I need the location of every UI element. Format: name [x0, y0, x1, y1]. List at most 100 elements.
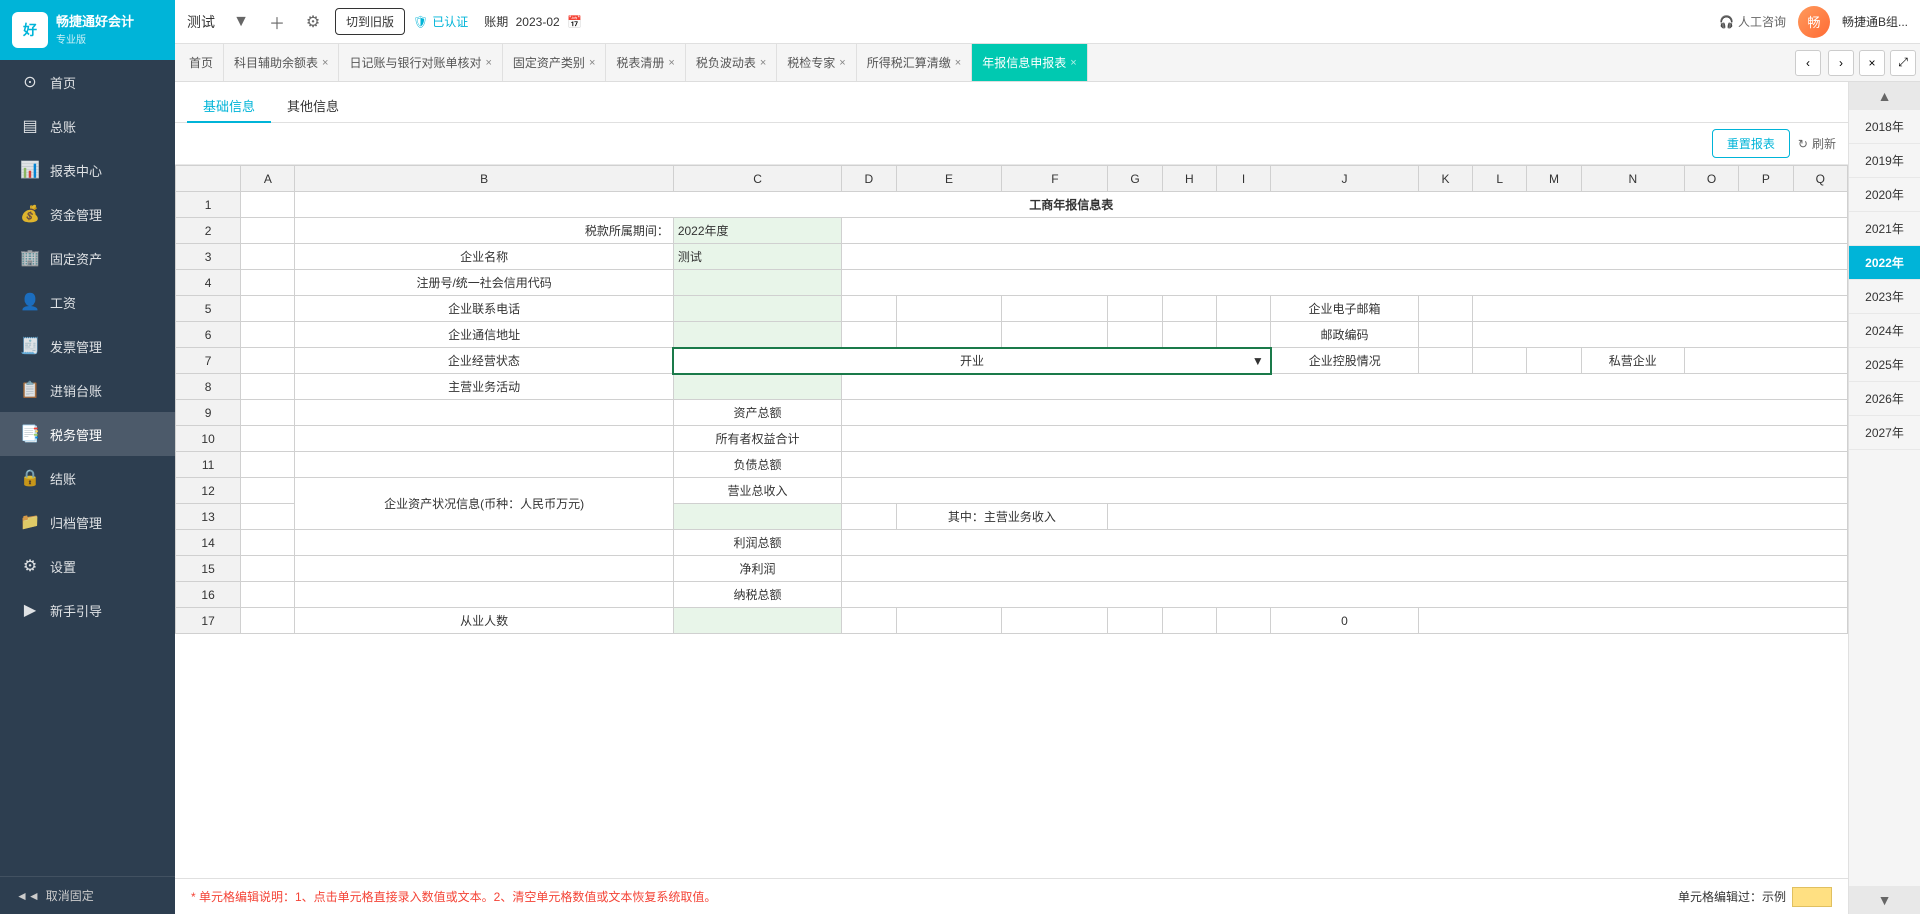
cell-17h[interactable] [1162, 608, 1216, 634]
cell-17d[interactable] [842, 608, 896, 634]
cell-11b[interactable] [295, 452, 673, 478]
add-button[interactable]: ＋ [263, 8, 291, 36]
cell-3b[interactable]: 企业名称 [295, 244, 673, 270]
cell-10c[interactable]: 所有者权益合计 [673, 426, 841, 452]
cell-7m[interactable] [1527, 348, 1581, 374]
tab-home[interactable]: 首页 [179, 44, 224, 82]
tab-tax-expert[interactable]: 税检专家 × [777, 44, 856, 82]
cell-12b-merged[interactable]: 企业资产状况信息(币种：人民币万元) [295, 478, 673, 530]
spreadsheet-container[interactable]: A B C D E F G H I J K L M [175, 165, 1848, 878]
cell-7j[interactable]: 企业控股情况 [1271, 348, 1419, 374]
sidebar-item-home[interactable]: ⊙ 首页 [0, 60, 175, 104]
col-header-e[interactable]: E [896, 166, 1002, 192]
year-item-2019[interactable]: 2019年 [1849, 144, 1920, 178]
cell-6g[interactable] [1108, 322, 1162, 348]
tab-prev-button[interactable]: ‹ [1795, 50, 1821, 76]
cell-8b[interactable]: 主营业务活动 [295, 374, 673, 400]
col-header-o[interactable]: O [1684, 166, 1738, 192]
cell-14c[interactable]: 利润总额 [673, 530, 841, 556]
cell-11rest[interactable] [842, 452, 1848, 478]
sidebar-item-settings[interactable]: ⚙ 设置 [0, 544, 175, 588]
sidebar-item-tax[interactable]: 📑 税务管理 [0, 412, 175, 456]
subtab-basic[interactable]: 基础信息 [187, 90, 271, 123]
tab-close-icon[interactable]: × [839, 57, 845, 69]
year-item-2023[interactable]: 2023年 [1849, 280, 1920, 314]
year-item-2020[interactable]: 2020年 [1849, 178, 1920, 212]
cell-15b[interactable] [295, 556, 673, 582]
cell-13rest[interactable] [1108, 504, 1848, 530]
year-down-button[interactable]: ▼ [1849, 886, 1920, 914]
cell-5rest[interactable] [1473, 296, 1848, 322]
col-header-b[interactable]: B [295, 166, 673, 192]
col-header-q[interactable]: Q [1793, 166, 1848, 192]
col-header-c[interactable]: C [673, 166, 841, 192]
cell-11a[interactable] [241, 452, 295, 478]
cell-5k[interactable] [1418, 296, 1472, 322]
cell-6i[interactable] [1216, 322, 1270, 348]
sidebar-item-guide[interactable]: ▶ 新手引导 [0, 588, 175, 632]
company-dropdown-button[interactable]: ▼ [227, 8, 255, 36]
cell-14rest[interactable] [842, 530, 1848, 556]
sidebar-item-purchase-sales[interactable]: 📋 进销台账 [0, 368, 175, 412]
cell-17g[interactable] [1108, 608, 1162, 634]
col-header-n[interactable]: N [1581, 166, 1684, 192]
cell-5d[interactable] [842, 296, 896, 322]
reset-button[interactable]: 重置报表 [1712, 129, 1790, 158]
tab-next-button[interactable]: › [1828, 50, 1854, 76]
cell-15c[interactable]: 净利润 [673, 556, 841, 582]
cell-4rest[interactable] [842, 270, 1848, 296]
year-item-2024[interactable]: 2024年 [1849, 314, 1920, 348]
col-header-i[interactable]: I [1216, 166, 1270, 192]
cell-12a[interactable] [241, 478, 295, 504]
sidebar-item-ledger[interactable]: ▤ 总账 [0, 104, 175, 148]
refresh-button[interactable]: ↻ 刷新 [1798, 135, 1836, 152]
col-header-k[interactable]: K [1418, 166, 1472, 192]
cell-7b[interactable]: 企业经营状态 [295, 348, 673, 374]
cell-17j[interactable]: 0 [1271, 608, 1419, 634]
cell-6f[interactable] [1002, 322, 1108, 348]
cell-5b[interactable]: 企业联系电话 [295, 296, 673, 322]
tab-journal-bank[interactable]: 日记账与银行对账单核对 × [339, 44, 502, 82]
col-header-j[interactable]: J [1271, 166, 1419, 192]
cell-5j[interactable]: 企业电子邮箱 [1271, 296, 1419, 322]
cell-15rest[interactable] [842, 556, 1848, 582]
cell-6c[interactable] [673, 322, 841, 348]
cell-5e[interactable] [896, 296, 1002, 322]
cell-10a[interactable] [241, 426, 295, 452]
col-header-p[interactable]: P [1739, 166, 1793, 192]
cell-6b[interactable]: 企业通信地址 [295, 322, 673, 348]
cell-6h[interactable] [1162, 322, 1216, 348]
cell-13d[interactable] [842, 504, 896, 530]
cell-7k[interactable] [1418, 348, 1472, 374]
cell-12c[interactable]: 营业总收入 [673, 478, 841, 504]
cell-17f[interactable] [1002, 608, 1108, 634]
cell-5g[interactable] [1108, 296, 1162, 322]
cell-4c[interactable] [673, 270, 841, 296]
cell-2c[interactable]: 2022年度 [673, 218, 841, 244]
cell-14b[interactable] [295, 530, 673, 556]
year-up-button[interactable]: ▲ [1849, 82, 1920, 110]
cell-2a[interactable] [241, 218, 295, 244]
cell-9b[interactable] [295, 400, 673, 426]
user-avatar[interactable]: 畅 [1798, 6, 1830, 38]
col-header-h[interactable]: H [1162, 166, 1216, 192]
calendar-icon[interactable]: 📅 [567, 15, 582, 29]
year-item-2027[interactable]: 2027年 [1849, 416, 1920, 450]
cell-9a[interactable] [241, 400, 295, 426]
pin-button[interactable]: ◄◄ 取消固定 [0, 876, 175, 914]
cell-2d-rest[interactable] [842, 218, 1848, 244]
tab-close-all-button[interactable]: × [1859, 50, 1885, 76]
cell-6j[interactable]: 邮政编码 [1271, 322, 1419, 348]
cell-16rest[interactable] [842, 582, 1848, 608]
cell-7l[interactable] [1473, 348, 1527, 374]
col-header-l[interactable]: L [1473, 166, 1527, 192]
col-header-d[interactable]: D [842, 166, 896, 192]
tab-close-icon[interactable]: × [589, 57, 595, 69]
cell-3rest[interactable] [842, 244, 1848, 270]
year-item-2021[interactable]: 2021年 [1849, 212, 1920, 246]
tab-fixed-asset-type[interactable]: 固定资产类别 × [503, 44, 606, 82]
cell-3c[interactable]: 测试 [673, 244, 841, 270]
cell-15a[interactable] [241, 556, 295, 582]
cell-17a[interactable] [241, 608, 295, 634]
sidebar-item-payroll[interactable]: 👤 工资 [0, 280, 175, 324]
